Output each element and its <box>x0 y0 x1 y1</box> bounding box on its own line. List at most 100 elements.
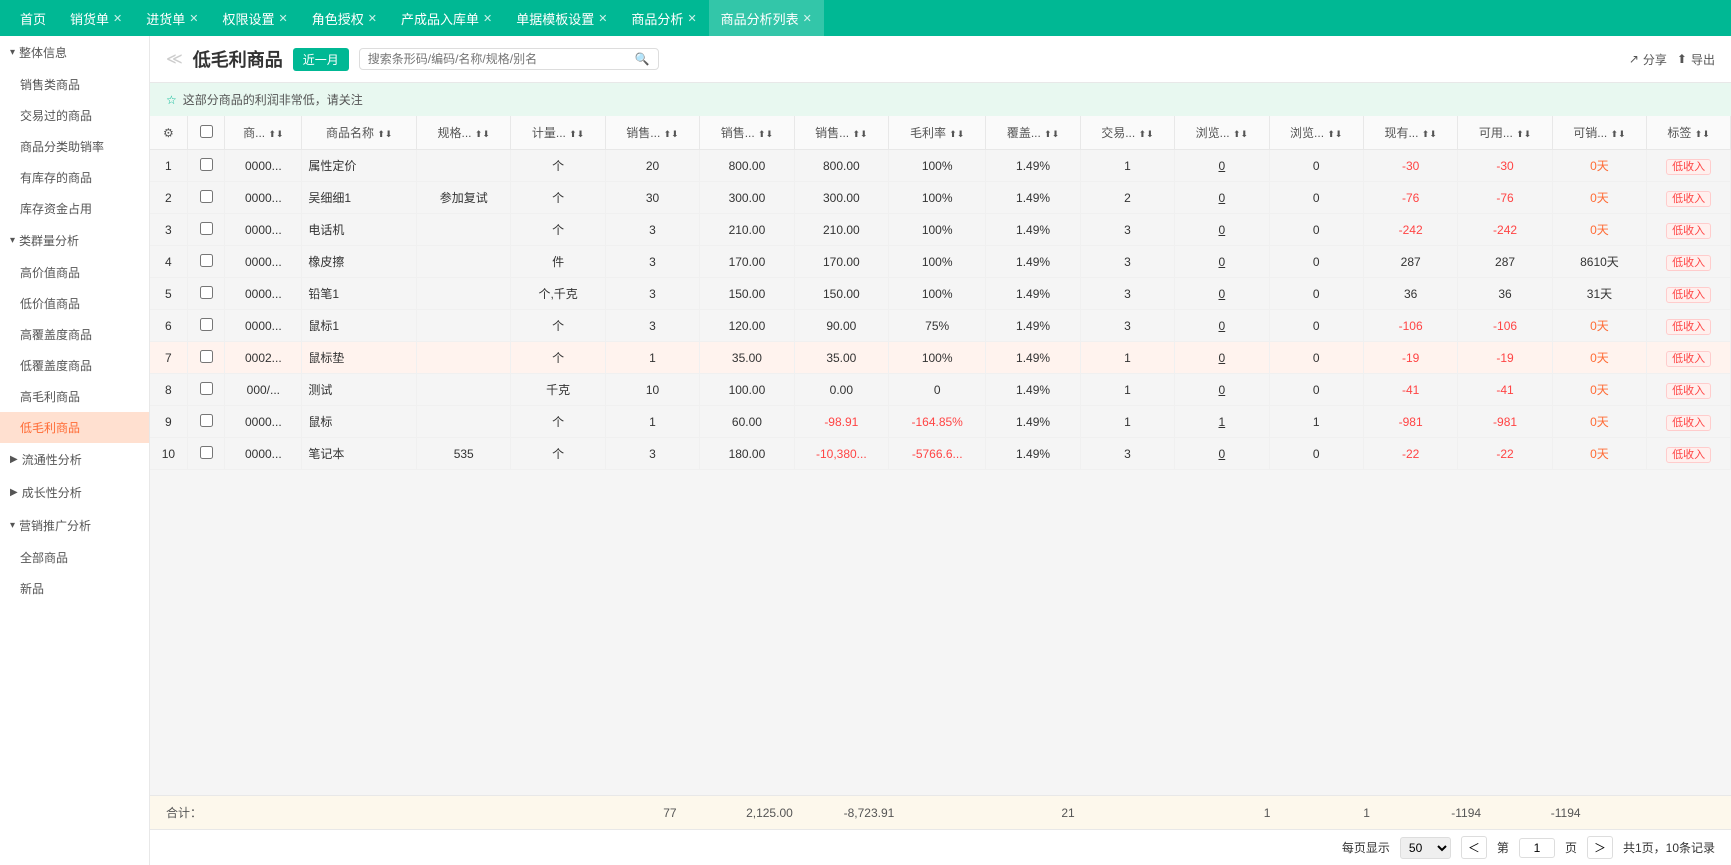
search-input[interactable] <box>368 52 635 66</box>
nav-analysis[interactable]: 商品分析 ✕ <box>619 0 708 36</box>
nav-close-analysis[interactable]: ✕ <box>687 12 696 25</box>
sidebar-group-marketing[interactable]: ▾ 营销推广分析 <box>0 509 149 542</box>
sidebar-item-all-goods[interactable]: 全部商品 <box>0 542 149 573</box>
sidebar-item-high-margin[interactable]: 高毛利商品 <box>0 381 149 412</box>
row-browse1[interactable]: 0 <box>1175 342 1269 374</box>
sidebar-item-high-value[interactable]: 高价值商品 <box>0 257 149 288</box>
sidebar-item-high-coverage[interactable]: 高覆盖度商品 <box>0 319 149 350</box>
col-available[interactable]: 可用... ⬆⬇ <box>1458 116 1552 150</box>
col-sales-price[interactable]: 销售... ⬆⬇ <box>700 116 794 150</box>
sidebar-group-flow[interactable]: ▶ 流通性分析 <box>0 443 149 476</box>
sidebar-item-capital[interactable]: 库存资金占用 <box>0 193 149 224</box>
row-name[interactable]: 吴细细1 <box>302 182 417 214</box>
row-browse1[interactable]: 1 <box>1175 406 1269 438</box>
nav-close-analysis-list[interactable]: ✕ <box>803 12 812 25</box>
sidebar-item-sales-goods[interactable]: 销售类商品 <box>0 69 149 100</box>
row-checkbox[interactable] <box>187 406 225 438</box>
row-name[interactable]: 属性定价 <box>302 150 417 182</box>
search-icon[interactable]: 🔍 <box>635 52 650 66</box>
col-spec[interactable]: 规格... ⬆⬇ <box>417 116 511 150</box>
row-name[interactable]: 测试 <box>302 374 417 406</box>
col-browse2[interactable]: 浏览... ⬆⬇ <box>1269 116 1363 150</box>
row-browse1[interactable]: 0 <box>1175 150 1269 182</box>
nav-close-roles[interactable]: ✕ <box>368 12 377 25</box>
row-browse1[interactable]: 0 <box>1175 214 1269 246</box>
sidebar-item-new-goods[interactable]: 新品 <box>0 573 149 604</box>
col-profit-rate[interactable]: 毛利率 ⬆⬇ <box>889 116 986 150</box>
row-name[interactable]: 鼠标 <box>302 406 417 438</box>
row-browse1[interactable]: 0 <box>1175 278 1269 310</box>
nav-home[interactable]: 首页 <box>8 0 58 36</box>
nav-purchase[interactable]: 进货单 ✕ <box>134 0 210 36</box>
col-unit[interactable]: 计量... ⬆⬇ <box>511 116 605 150</box>
nav-sales[interactable]: 销货单 ✕ <box>58 0 134 36</box>
nav-roles[interactable]: 角色授权 ✕ <box>300 0 389 36</box>
sidebar-group-overall[interactable]: ▾ 整体信息 <box>0 36 149 69</box>
row-checkbox[interactable] <box>187 278 225 310</box>
row-checkbox[interactable] <box>187 438 225 470</box>
sidebar-item-low-coverage[interactable]: 低覆盖度商品 <box>0 350 149 381</box>
nav-analysis-list[interactable]: 商品分析列表 ✕ <box>709 0 824 36</box>
row-checkbox[interactable] <box>187 374 225 406</box>
date-filter-button[interactable]: 近一月 <box>293 48 349 71</box>
row-no: 3 <box>150 214 187 246</box>
col-code[interactable]: 商... ⬆⬇ <box>225 116 302 150</box>
row-checkbox[interactable] <box>187 310 225 342</box>
col-browse1[interactable]: 浏览... ⬆⬇ <box>1175 116 1269 150</box>
nav-close-permissions[interactable]: ✕ <box>279 12 288 25</box>
row-checkbox[interactable] <box>187 214 225 246</box>
col-tag[interactable]: 标签 ⬆⬇ <box>1647 116 1731 150</box>
export-button[interactable]: ⬆ 导出 <box>1677 51 1715 68</box>
table-container[interactable]: ⚙ 商... ⬆⬇ 商品名称 ⬆⬇ 规格... ⬆⬇ 计量... ⬆⬇ 销售..… <box>150 116 1731 795</box>
row-browse1[interactable]: 0 <box>1175 438 1269 470</box>
col-checkbox[interactable] <box>187 116 225 150</box>
select-all-checkbox[interactable] <box>200 125 213 138</box>
nav-close-templates[interactable]: ✕ <box>598 12 607 25</box>
sidebar-item-low-margin[interactable]: 低毛利商品 <box>0 412 149 443</box>
col-settings[interactable]: ⚙ <box>150 116 187 150</box>
row-browse1[interactable]: 0 <box>1175 310 1269 342</box>
col-sales-qty[interactable]: 销售... ⬆⬇ <box>605 116 699 150</box>
nav-permissions[interactable]: 权限设置 ✕ <box>210 0 299 36</box>
col-coverage[interactable]: 覆盖... ⬆⬇ <box>986 116 1080 150</box>
row-browse1[interactable]: 0 <box>1175 374 1269 406</box>
row-browse1[interactable]: 0 <box>1175 182 1269 214</box>
sidebar-group-cluster[interactable]: ▾ 类群量分析 <box>0 224 149 257</box>
nav-close-sales[interactable]: ✕ <box>113 12 122 25</box>
col-name[interactable]: 商品名称 ⬆⬇ <box>302 116 417 150</box>
total-browse2: 1 <box>1317 806 1417 820</box>
sidebar-item-traded-goods[interactable]: 交易过的商品 <box>0 100 149 131</box>
col-trade[interactable]: 交易... ⬆⬇ <box>1080 116 1174 150</box>
row-checkbox[interactable] <box>187 150 225 182</box>
row-checkbox[interactable] <box>187 182 225 214</box>
sidebar-item-low-value[interactable]: 低价值商品 <box>0 288 149 319</box>
per-page-select[interactable]: 50 100 200 <box>1400 837 1451 859</box>
row-name[interactable]: 橡皮擦 <box>302 246 417 278</box>
page-number-input[interactable] <box>1519 838 1555 858</box>
row-name[interactable]: 铅笔1 <box>302 278 417 310</box>
nav-products[interactable]: 产成品入库单 ✕ <box>389 0 504 36</box>
row-name[interactable]: 鼠标1 <box>302 310 417 342</box>
table-header-row: ⚙ 商... ⬆⬇ 商品名称 ⬆⬇ 规格... ⬆⬇ 计量... ⬆⬇ 销售..… <box>150 116 1731 150</box>
collapse-sidebar-btn[interactable]: ≪ <box>166 49 183 69</box>
col-sellable[interactable]: 可销... ⬆⬇ <box>1552 116 1646 150</box>
nav-close-products[interactable]: ✕ <box>483 12 492 25</box>
row-sales-price: 35.00 <box>700 342 794 374</box>
nav-templates[interactable]: 单据模板设置 ✕ <box>504 0 619 36</box>
col-current[interactable]: 现有... ⬆⬇ <box>1363 116 1457 150</box>
row-name[interactable]: 笔记本 <box>302 438 417 470</box>
row-name[interactable]: 鼠标垫 <box>302 342 417 374</box>
row-checkbox[interactable] <box>187 342 225 374</box>
sidebar-item-stocked[interactable]: 有库存的商品 <box>0 162 149 193</box>
row-checkbox[interactable] <box>187 246 225 278</box>
sidebar-item-category-rate[interactable]: 商品分类助销率 <box>0 131 149 162</box>
row-browse1[interactable]: 0 <box>1175 246 1269 278</box>
sidebar-group-growth[interactable]: ▶ 成长性分析 <box>0 476 149 509</box>
next-page-button[interactable]: ＞ <box>1587 836 1613 859</box>
row-name[interactable]: 电话机 <box>302 214 417 246</box>
prev-page-button[interactable]: ＜ <box>1461 836 1487 859</box>
share-button[interactable]: ↗ 分享 <box>1629 51 1667 68</box>
col-sales-profit[interactable]: 销售... ⬆⬇ <box>794 116 888 150</box>
row-sales-profit: 800.00 <box>794 150 888 182</box>
nav-close-purchase[interactable]: ✕ <box>189 12 198 25</box>
